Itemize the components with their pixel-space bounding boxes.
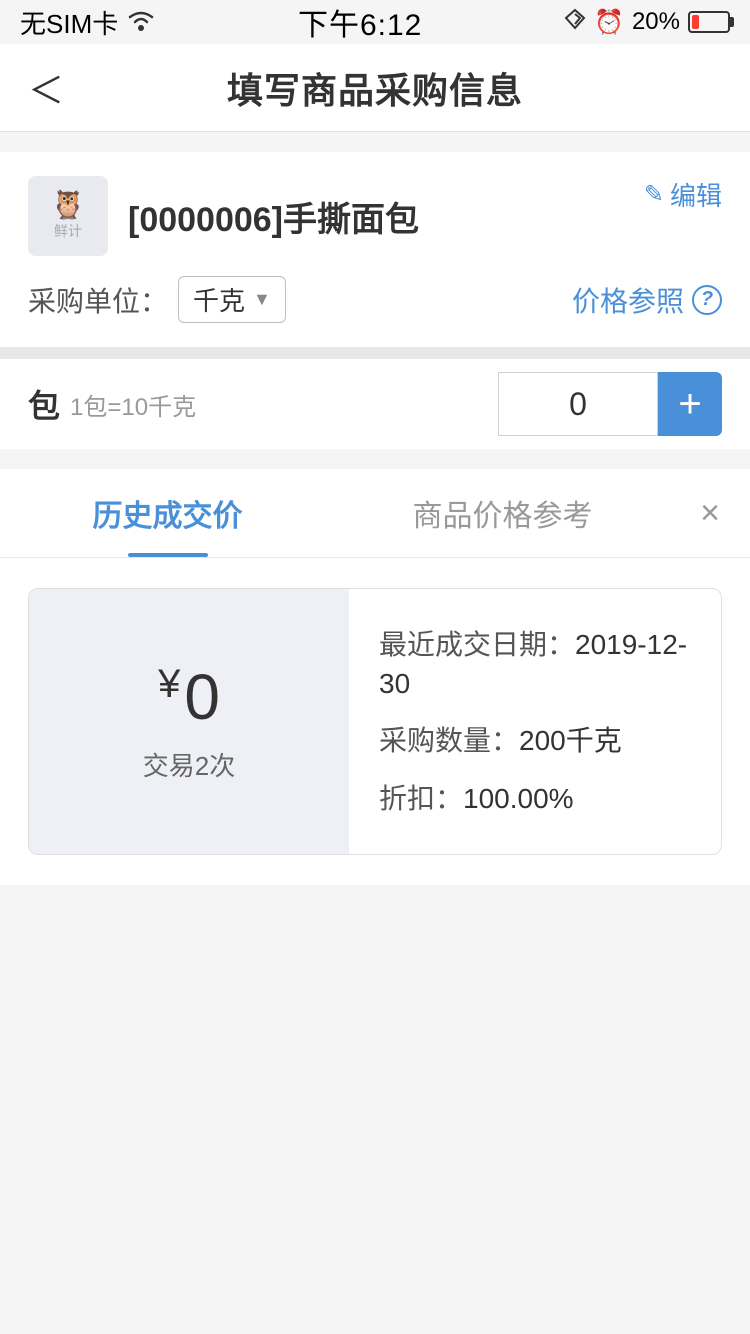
price-right-panel: 最近成交日期：2019-12-30 采购数量：200千克 折扣：100.00%	[349, 589, 721, 854]
discount-label: 折扣：	[379, 783, 463, 814]
price-history-card: ¥0 交易2次 最近成交日期：2019-12-30 采购数量：200千克 折扣：…	[28, 588, 722, 855]
product-name-text: 手撕面包	[283, 201, 419, 239]
qty-input-group: +	[498, 372, 722, 436]
product-left: 🦉 鲜计 [0000006]手撕面包	[28, 176, 419, 256]
purchase-qty-label: 采购数量：	[379, 725, 519, 756]
section-divider	[0, 347, 750, 359]
status-left: 无SIM卡	[20, 4, 156, 41]
tab-history-price-label: 历史成交价	[93, 491, 243, 535]
unit-value: 千克	[193, 281, 245, 318]
tabs-container: 历史成交价 商品价格参考 × ¥0 交易2次 最近成交日期：2019-12-30	[0, 469, 750, 885]
product-code: [0000006]	[128, 201, 283, 239]
edit-button[interactable]: ✎ 编辑	[644, 176, 722, 213]
page-title: 填写商品采购信息	[227, 62, 523, 114]
price-ref-button[interactable]: 价格参照 ?	[572, 280, 722, 320]
carrier-text: 无SIM卡	[20, 4, 118, 41]
latest-date-label: 最近成交日期：	[379, 629, 575, 660]
logo-subtext: 鲜计	[54, 221, 82, 241]
price-trade-count: 交易2次	[143, 746, 235, 783]
nav-bar: ＜ 填写商品采购信息	[0, 44, 750, 132]
wifi-icon	[126, 7, 156, 38]
purchase-qty-value: 200千克	[519, 725, 622, 756]
tab-product-price-ref-label: 商品价格参考	[413, 491, 593, 535]
purchase-unit-label: 采购单位：	[28, 280, 168, 320]
currency-symbol: ¥	[158, 662, 180, 706]
latest-date-row: 最近成交日期：2019-12-30	[379, 625, 691, 703]
status-time: 下午6:12	[298, 0, 422, 44]
battery-icon	[688, 11, 730, 33]
status-right: ⏰ 20%	[564, 8, 730, 37]
product-logo: 🦉 鲜计	[28, 176, 108, 256]
discount-row: 折扣：100.00%	[379, 779, 691, 818]
logo-owl-icon: 🦉	[51, 191, 86, 219]
tab-history-price[interactable]: 历史成交价	[0, 469, 335, 557]
qty-input-field[interactable]	[498, 372, 658, 436]
edit-label: 编辑	[670, 176, 722, 213]
purchase-qty-row: 采购数量：200千克	[379, 721, 691, 760]
tab-close-button[interactable]: ×	[670, 469, 750, 557]
product-header: 🦉 鲜计 [0000006]手撕面包 ✎ 编辑	[28, 176, 722, 256]
close-icon: ×	[700, 494, 720, 533]
back-button[interactable]: ＜	[28, 62, 64, 114]
unit-dropdown[interactable]: 千克 ▼	[178, 276, 286, 323]
tabs-header: 历史成交价 商品价格参考 ×	[0, 469, 750, 558]
qty-conversion-text: 1包=10千克	[70, 387, 196, 422]
product-full-name: [0000006]手撕面包	[128, 192, 419, 241]
battery-percent: 20%	[632, 8, 680, 36]
product-meta: 采购单位： 千克 ▼ 价格参照 ?	[28, 276, 722, 323]
alarm-icon: ⏰	[594, 8, 624, 37]
qty-unit-label: 包	[28, 381, 60, 427]
quantity-label: 包 1包=10千克	[28, 381, 196, 427]
price-left-panel: ¥0 交易2次	[29, 589, 349, 854]
dropdown-arrow-icon: ▼	[253, 289, 271, 310]
price-value: 0	[184, 661, 220, 733]
discount-value: 100.00%	[463, 783, 574, 814]
edit-icon: ✎	[644, 180, 664, 209]
status-bar: 无SIM卡 下午6:12 ⏰ 20%	[0, 0, 750, 44]
location-icon	[564, 8, 586, 37]
product-card: 🦉 鲜计 [0000006]手撕面包 ✎ 编辑 采购单位： 千克 ▼ 价格参照 …	[0, 152, 750, 347]
tab-product-price-ref[interactable]: 商品价格参考	[335, 469, 670, 557]
price-ref-help-icon: ?	[692, 285, 722, 315]
price-amount: ¥0	[158, 660, 220, 734]
price-ref-label: 价格参照	[572, 280, 684, 320]
quantity-row: 包 1包=10千克 +	[0, 359, 750, 449]
purchase-unit: 采购单位： 千克 ▼	[28, 276, 286, 323]
tab-content: ¥0 交易2次 最近成交日期：2019-12-30 采购数量：200千克 折扣：…	[0, 558, 750, 885]
qty-plus-button[interactable]: +	[658, 372, 722, 436]
